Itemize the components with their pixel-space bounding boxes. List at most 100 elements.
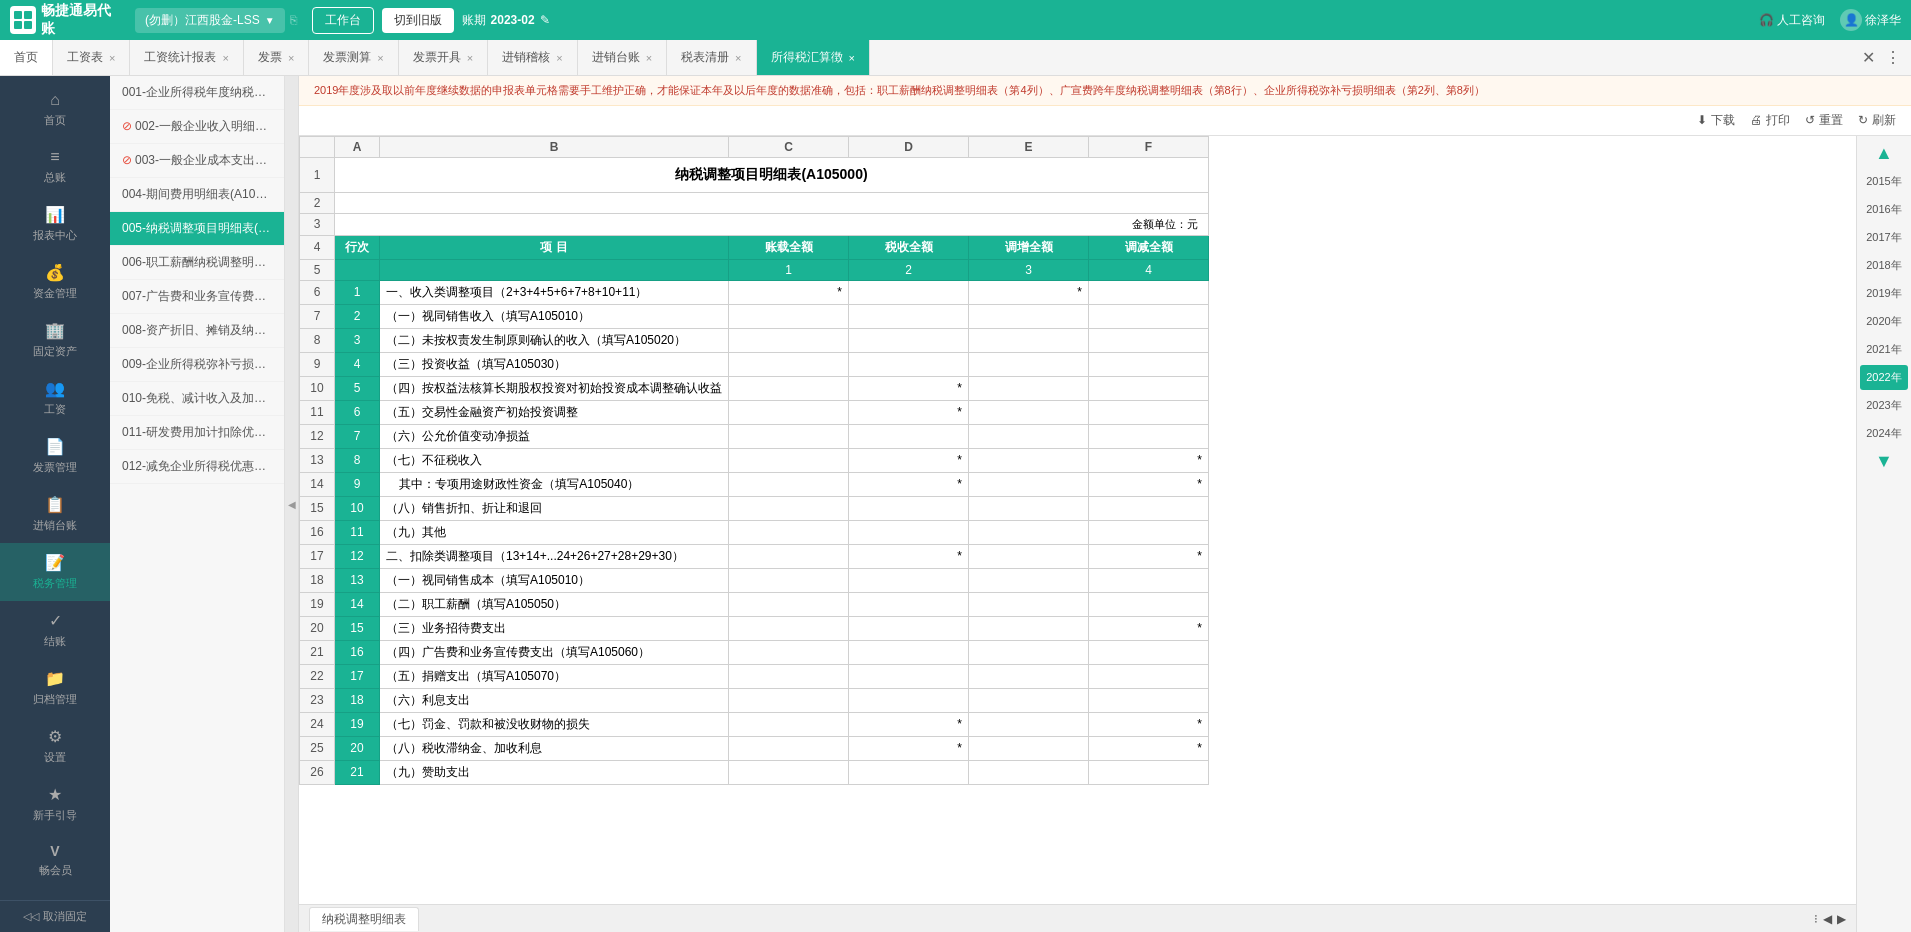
tab-close-invoice-open[interactable]: × [467, 52, 473, 64]
year-2021[interactable]: 2021年 [1860, 337, 1908, 362]
spreadsheet-wrapper[interactable]: A B C D E F [299, 136, 1856, 905]
sub-item-9[interactable]: 010-免税、减计收入及加计... [110, 382, 284, 416]
tab-close-income-tax[interactable]: × [849, 52, 855, 64]
year-2019[interactable]: 2019年 [1860, 281, 1908, 306]
tab-more[interactable]: ⋮ [1885, 48, 1901, 67]
sub-item-6[interactable]: 007-广告费和业务宣传费时... [110, 280, 284, 314]
tab-close-salary-report[interactable]: × [222, 52, 228, 64]
sidebar-pin[interactable]: ◁◁ 取消固定 [0, 900, 110, 932]
item-10[interactable]: （四）按权益法核算长期股权投资对初始投资成本调整确认收益 [380, 376, 729, 400]
tab-close-salary[interactable]: × [109, 52, 115, 64]
item-25[interactable]: （八）税收滞纳金、加收利息 [380, 736, 729, 760]
tab-invoice-open[interactable]: 发票开具 × [399, 40, 488, 76]
sub-item-10[interactable]: 011-研发费用加计扣除优惠... [110, 416, 284, 450]
item-6[interactable]: 一、收入类调整项目（2+3+4+5+6+7+8+10+11） [380, 280, 729, 304]
company-selector[interactable]: (勿删）江西股金-LSS ▼ [135, 8, 285, 33]
sidebar-item-tax[interactable]: 📝 税务管理 [0, 543, 110, 601]
tab-income-tax[interactable]: 所得税汇算徴 × [757, 40, 870, 76]
bottom-tab-adjustment[interactable]: 纳税调整明细表 [309, 907, 419, 931]
sidebar-item-fixed[interactable]: 🏢 固定资产 [0, 311, 110, 369]
val-6-1[interactable]: * [729, 280, 849, 304]
item-13[interactable]: （七）不征税收入 [380, 448, 729, 472]
year-nav-down[interactable]: ▼ [1869, 449, 1899, 474]
tab-salary-report[interactable]: 工资统计报表 × [130, 40, 243, 76]
collapse-handle[interactable]: ◀ [285, 76, 299, 932]
year-nav-up[interactable]: ▲ [1869, 141, 1899, 166]
val-6-2[interactable] [849, 280, 969, 304]
item-14[interactable]: 其中：专项用途财政性资金（填写A105040） [380, 472, 729, 496]
sidebar-item-asset[interactable]: 💰 资金管理 [0, 253, 110, 311]
item-16[interactable]: （九）其他 [380, 520, 729, 544]
tab-close-tax-table[interactable]: × [735, 52, 741, 64]
sidebar-item-purchase[interactable]: 📋 进销台账 [0, 485, 110, 543]
sub-item-4[interactable]: 005-纳税调整项目明细表(A1... [110, 212, 284, 246]
year-2024[interactable]: 2024年 [1860, 421, 1908, 446]
tab-close-invoice-calc[interactable]: × [377, 52, 383, 64]
item-9[interactable]: （三）投资收益（填写A105030） [380, 352, 729, 376]
tab-check[interactable]: 进销稽核 × [488, 40, 577, 76]
tab-invoice-calc[interactable]: 发票测算 × [309, 40, 398, 76]
tab-tax-table[interactable]: 税表清册 × [667, 40, 756, 76]
user-service[interactable]: 🎧 人工咨询 [1759, 12, 1825, 29]
tab-salary[interactable]: 工资表 × [53, 40, 130, 76]
year-2016[interactable]: 2016年 [1860, 197, 1908, 222]
tab-close-check[interactable]: × [556, 52, 562, 64]
year-2017[interactable]: 2017年 [1860, 225, 1908, 250]
val-6-3[interactable]: * [969, 280, 1089, 304]
item-22[interactable]: （五）捐赠支出（填写A105070） [380, 664, 729, 688]
sub-item-5[interactable]: 006-职工薪酬纳税调整明细... [110, 246, 284, 280]
sidebar-item-home[interactable]: ⌂ 首页 [0, 81, 110, 138]
tab-close-invoice[interactable]: × [288, 52, 294, 64]
sidebar-item-report[interactable]: 📊 报表中心 [0, 195, 110, 253]
item-20[interactable]: （三）业务招待费支出 [380, 616, 729, 640]
period-edit-icon[interactable]: ✎ [540, 13, 550, 27]
item-8[interactable]: （二）未按权责发生制原则确认的收入（填写A105020） [380, 328, 729, 352]
year-2023[interactable]: 2023年 [1860, 393, 1908, 418]
sidebar-item-member[interactable]: V 畅会员 [0, 833, 110, 888]
sub-item-7[interactable]: 008-资产折旧、摊销及纳税... [110, 314, 284, 348]
tab-home[interactable]: 首页 [0, 40, 53, 76]
sidebar-item-guide[interactable]: ★ 新手引导 [0, 775, 110, 833]
sidebar-item-settings[interactable]: ⚙ 设置 [0, 717, 110, 775]
tab-purchase-ledger[interactable]: 进销台账 × [578, 40, 667, 76]
item-15[interactable]: （八）销售折扣、折让和退回 [380, 496, 729, 520]
workbench-button[interactable]: 工作台 [312, 7, 374, 34]
sub-item-1[interactable]: ⊘002-一般企业收入明细表(A1... [110, 110, 284, 144]
sidebar-item-ledger[interactable]: ≡ 总账 [0, 138, 110, 195]
year-2020[interactable]: 2020年 [1860, 309, 1908, 334]
tab-close-all[interactable]: ✕ [1862, 48, 1875, 67]
item-7[interactable]: （一）视同销售收入（填写A105010） [380, 304, 729, 328]
val-6-4[interactable] [1089, 280, 1209, 304]
item-12[interactable]: （六）公允价值变动净损益 [380, 424, 729, 448]
item-21[interactable]: （四）广告费和业务宣传费支出（填写A105060） [380, 640, 729, 664]
sub-item-3[interactable]: 004-期间费用明细表(A1040... [110, 178, 284, 212]
sidebar-item-archive[interactable]: 📁 归档管理 [0, 659, 110, 717]
sub-item-0[interactable]: 001-企业所得税年度纳税申... [110, 76, 284, 110]
item-18[interactable]: （一）视同销售成本（填写A105010） [380, 568, 729, 592]
switch-old-button[interactable]: 切到旧版 [382, 8, 454, 33]
item-17[interactable]: 二、扣除类调整项目（13+14+...24+26+27+28+29+30） [380, 544, 729, 568]
sub-item-8[interactable]: 009-企业所得税弥补亏损明... [110, 348, 284, 382]
sub-item-11[interactable]: 012-减免企业所得税优惠明细(...)... [110, 450, 284, 484]
sub-item-2[interactable]: ⊘003-一般企业成本支出明细... [110, 144, 284, 178]
year-2018[interactable]: 2018年 [1860, 253, 1908, 278]
sidebar-item-settle[interactable]: ✓ 结账 [0, 601, 110, 659]
nav-prev[interactable]: ◀ [1823, 912, 1832, 926]
download-button[interactable]: ⬇ 下载 [1697, 112, 1735, 129]
item-11[interactable]: （五）交易性金融资产初始投资调整 [380, 400, 729, 424]
scroll-left-icon[interactable]: ⁝ [1814, 912, 1818, 926]
nav-next[interactable]: ▶ [1837, 912, 1846, 926]
print-button[interactable]: 🖨 打印 [1750, 112, 1790, 129]
item-24[interactable]: （七）罚金、罚款和被没收财物的损失 [380, 712, 729, 736]
item-19[interactable]: （二）职工薪酬（填写A105050） [380, 592, 729, 616]
year-2015[interactable]: 2015年 [1860, 169, 1908, 194]
tab-invoice[interactable]: 发票 × [244, 40, 309, 76]
reset-button[interactable]: ↺ 重置 [1805, 112, 1843, 129]
sidebar-item-salary[interactable]: 👥 工资 [0, 369, 110, 427]
user-avatar[interactable]: 👤 徐泽华 [1840, 9, 1901, 31]
sidebar-item-invoice[interactable]: 📄 发票管理 [0, 427, 110, 485]
tab-close-purchase-ledger[interactable]: × [646, 52, 652, 64]
refresh-button[interactable]: ↻ 刷新 [1858, 112, 1896, 129]
item-26[interactable]: （九）赞助支出 [380, 760, 729, 784]
year-2022[interactable]: 2022年 [1860, 365, 1908, 390]
